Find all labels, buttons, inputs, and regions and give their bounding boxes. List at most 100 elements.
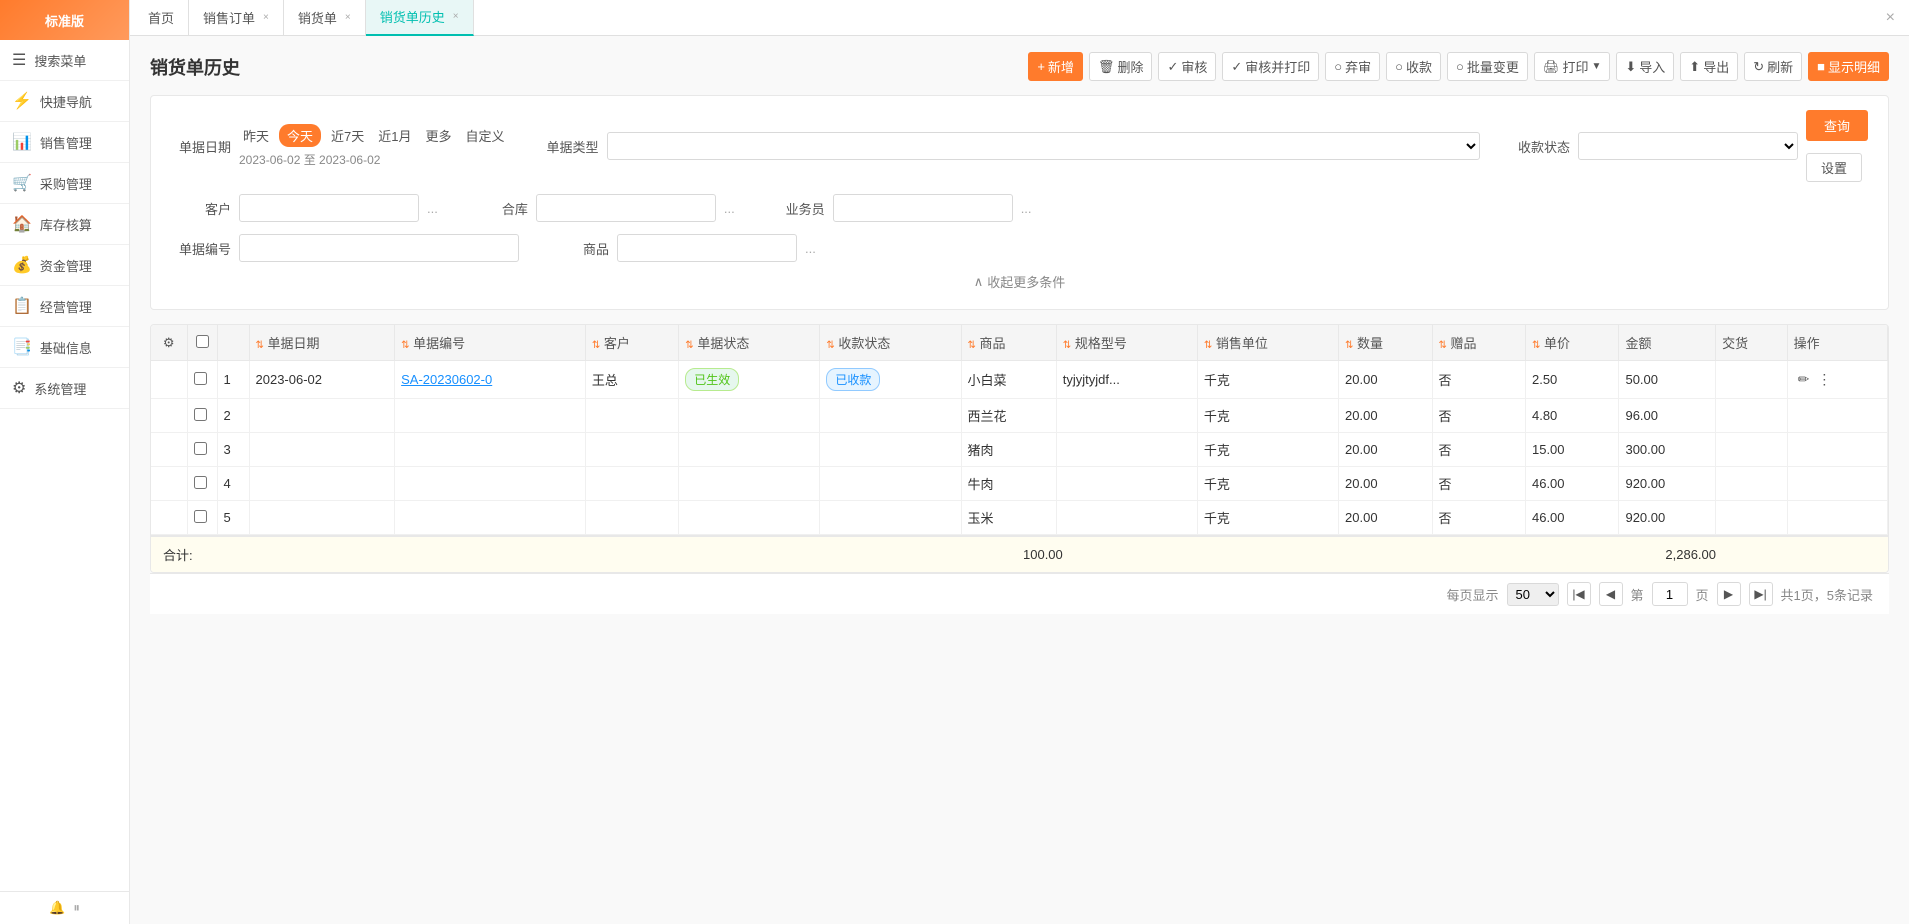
edit-action[interactable]: ✏ — [1794, 369, 1814, 390]
import-button[interactable]: ⬇ 导入 — [1616, 52, 1674, 81]
row-checkbox[interactable] — [194, 408, 207, 421]
action-cell[interactable] — [1787, 501, 1887, 535]
sidebar-item-inventory[interactable]: 🏠 库存核算 — [0, 204, 129, 245]
shortcut-7days[interactable]: 近7天 — [327, 124, 368, 147]
sidebar-item-sales-mgmt[interactable]: 📊 销售管理 — [0, 122, 129, 163]
collect-status-cell — [820, 399, 961, 433]
collect-button[interactable]: ○ 收款 — [1386, 52, 1441, 81]
goods-input[interactable] — [617, 234, 797, 262]
batch-change-button[interactable]: ○ 批量变更 — [1447, 52, 1528, 81]
sidebar-item-operations[interactable]: 📋 经营管理 — [0, 286, 129, 327]
price-column-header[interactable]: ⇅ 单价 — [1525, 325, 1618, 361]
tab-sales-order-close[interactable]: × — [263, 12, 269, 23]
gift-cell: 否 — [1432, 361, 1525, 399]
first-page-button[interactable]: |◀ — [1567, 582, 1591, 606]
settings-button[interactable]: 设置 — [1806, 153, 1862, 182]
tab-sales-goods-history-close[interactable]: × — [453, 11, 459, 22]
sidebar-item-purchase-mgmt[interactable]: 🛒 采购管理 — [0, 163, 129, 204]
goods-column-header[interactable]: ⇅ 商品 — [961, 325, 1056, 361]
delete-button[interactable]: 🗑 删除 — [1089, 52, 1153, 81]
checkbox-cell[interactable] — [187, 399, 217, 433]
action-cell[interactable] — [1787, 433, 1887, 467]
tab-sales-order[interactable]: 销售订单 × — [189, 0, 284, 36]
shortcut-more[interactable]: 更多 — [422, 124, 456, 147]
customer-column-header[interactable]: ⇅ 客户 — [585, 325, 678, 361]
prev-page-button[interactable]: ◀ — [1599, 582, 1623, 606]
collect-status-column-header[interactable]: ⇅ 收款状态 — [820, 325, 961, 361]
page-input[interactable] — [1652, 582, 1688, 606]
sidebar-item-base-info[interactable]: 📑 基础信息 — [0, 327, 129, 368]
sales-rep-picker[interactable]: ... — [1021, 201, 1032, 216]
doc-no-cell[interactable] — [395, 399, 586, 433]
checkbox-cell[interactable] — [187, 433, 217, 467]
next-page-button[interactable]: ▶ — [1717, 582, 1741, 606]
doc-no-cell[interactable]: SA-20230602-0 — [395, 361, 586, 399]
doc-no-cell[interactable] — [395, 433, 586, 467]
checkbox-cell[interactable] — [187, 361, 217, 399]
add-button[interactable]: + 新增 — [1028, 52, 1083, 81]
row-checkbox[interactable] — [194, 476, 207, 489]
page-size-select[interactable]: 50 100 — [1507, 583, 1559, 606]
show-detail-button[interactable]: ■ 显示明细 — [1808, 52, 1889, 81]
action-cell[interactable]: ✏⋮ — [1787, 361, 1887, 399]
export-button[interactable]: ⬆ 导出 — [1680, 52, 1738, 81]
collapse-button[interactable]: ∧ 收起更多条件 — [171, 268, 1868, 295]
amount-column-header[interactable]: 金额 — [1619, 325, 1716, 361]
doc-type-select[interactable] — [607, 132, 1480, 160]
doc-no-column-header[interactable]: ⇅ 单据编号 — [395, 325, 586, 361]
doc-no-input[interactable] — [239, 234, 519, 262]
shortcut-1month[interactable]: 近1月 — [374, 124, 415, 147]
qty-column-header[interactable]: ⇅ 数量 — [1339, 325, 1432, 361]
tab-sales-goods[interactable]: 销货单 × — [284, 0, 366, 36]
warehouse-picker[interactable]: ... — [724, 201, 735, 216]
doc-status-column-header[interactable]: ⇅ 单据状态 — [679, 325, 820, 361]
refresh-button[interactable]: ↻ 刷新 — [1744, 52, 1802, 81]
collect-status-cell — [820, 467, 961, 501]
shortcut-today[interactable]: 今天 — [279, 124, 321, 147]
sidebar-item-sys-mgmt[interactable]: ⚙ 系统管理 — [0, 368, 129, 409]
doc-no-cell[interactable] — [395, 467, 586, 501]
tab-sales-goods-history[interactable]: 销货单历史 × — [366, 0, 474, 36]
spec-column-header[interactable]: ⇅ 规格型号 — [1056, 325, 1197, 361]
tabs-close-all[interactable]: × — [1876, 9, 1905, 27]
warehouse-input[interactable] — [536, 194, 716, 222]
row-checkbox[interactable] — [194, 510, 207, 523]
last-page-button[interactable]: ▶| — [1749, 582, 1773, 606]
collect-status-select[interactable] — [1578, 132, 1798, 160]
shortcut-custom[interactable]: 自定义 — [462, 124, 509, 147]
audit-button[interactable]: ✓ 审核 — [1158, 52, 1216, 81]
query-button[interactable]: 查询 — [1806, 110, 1868, 141]
doc-no-cell[interactable] — [395, 501, 586, 535]
row-checkbox[interactable] — [194, 372, 207, 385]
doc-date-cell — [249, 433, 395, 467]
goods-picker[interactable]: ... — [805, 241, 816, 256]
action-cell[interactable] — [1787, 399, 1887, 433]
doc-no-link[interactable]: SA-20230602-0 — [401, 372, 492, 387]
spec-cell — [1056, 399, 1197, 433]
abandon-button[interactable]: ○ 弃审 — [1325, 52, 1380, 81]
checkbox-cell[interactable] — [187, 467, 217, 501]
gift-column-header[interactable]: ⇅ 赠品 — [1432, 325, 1525, 361]
row-checkbox[interactable] — [194, 442, 207, 455]
audit-print-button[interactable]: ✓ 审核并打印 — [1222, 52, 1319, 81]
notification-icon[interactable]: 🔔 — [49, 900, 65, 916]
action-cell[interactable] — [1787, 467, 1887, 501]
sidebar-item-finance[interactable]: 💰 资金管理 — [0, 245, 129, 286]
sidebar-item-search-menu[interactable]: ☰ 搜索菜单 — [0, 40, 129, 81]
gear-cell — [151, 433, 187, 467]
doc-date-column-header[interactable]: ⇅ 单据日期 — [249, 325, 395, 361]
pause-icon[interactable]: ⏸ — [73, 900, 80, 916]
unit-column-header[interactable]: ⇅ 销售单位 — [1197, 325, 1338, 361]
checkbox-cell[interactable] — [187, 501, 217, 535]
select-all-checkbox[interactable] — [196, 335, 209, 348]
customer-picker[interactable]: ... — [427, 201, 438, 216]
more-action[interactable]: ⋮ — [1813, 369, 1835, 390]
print-button[interactable]: 🖨 打印 ▼ — [1534, 52, 1610, 81]
tab-sales-goods-close[interactable]: × — [345, 12, 351, 23]
customer-input[interactable] — [239, 194, 419, 222]
gear-column-header[interactable]: ⚙ — [151, 325, 187, 361]
sales-rep-input[interactable] — [833, 194, 1013, 222]
tab-home[interactable]: 首页 — [134, 0, 189, 36]
sidebar-item-quick-nav[interactable]: ⚡ 快捷导航 — [0, 81, 129, 122]
shortcut-yesterday[interactable]: 昨天 — [239, 124, 273, 147]
